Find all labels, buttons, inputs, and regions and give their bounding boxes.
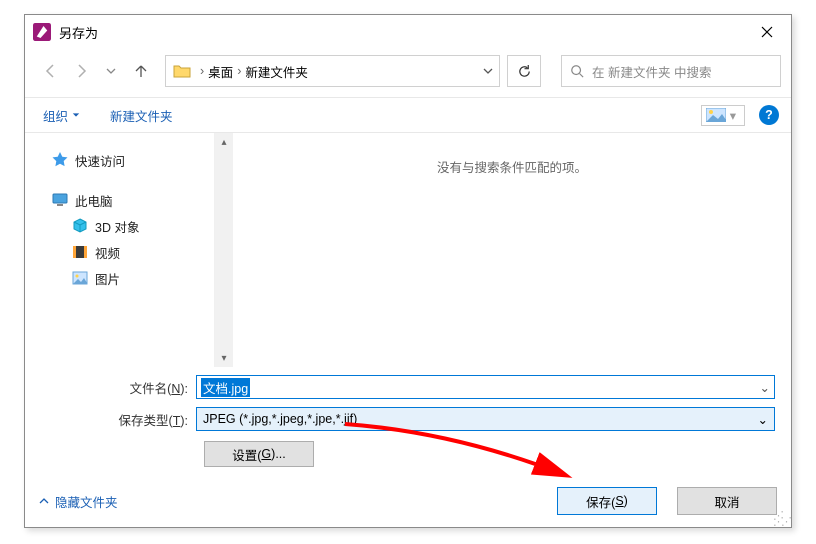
search-input[interactable]: 在 新建文件夹 中搜索 bbox=[561, 55, 781, 87]
sidebar-item-pictures[interactable]: 图片 bbox=[25, 265, 214, 291]
hide-folders-link[interactable]: 隐藏文件夹 bbox=[39, 492, 118, 511]
video-icon bbox=[71, 243, 89, 261]
breadcrumb-item[interactable]: 桌面 bbox=[208, 62, 233, 81]
settings-button[interactable]: 设置(G)... bbox=[204, 441, 314, 467]
sidebar-scrollbar[interactable]: ▴ ▾ bbox=[215, 133, 233, 367]
chevron-down-icon[interactable]: ⌄ bbox=[760, 380, 770, 395]
title-bar: 另存为 bbox=[25, 15, 791, 49]
save-fields: 文件名(N): 文档.jpg ⌄ 保存类型(T): JPEG (*.jpg,*.… bbox=[25, 367, 791, 477]
filename-value: 文档.jpg bbox=[201, 378, 250, 397]
up-button[interactable] bbox=[131, 59, 151, 83]
footer: 隐藏文件夹 保存(S) 取消 bbox=[25, 477, 791, 527]
save-button[interactable]: 保存(S) bbox=[557, 487, 657, 515]
star-icon bbox=[51, 151, 69, 169]
scroll-down-icon[interactable]: ▾ bbox=[215, 349, 233, 367]
cancel-button[interactable]: 取消 bbox=[677, 487, 777, 515]
sidebar-item-3d-objects[interactable]: 3D 对象 bbox=[25, 213, 214, 239]
picture-icon bbox=[71, 269, 89, 287]
filename-input[interactable]: 文档.jpg ⌄ bbox=[196, 375, 775, 399]
search-icon bbox=[570, 64, 584, 78]
filetype-combo[interactable]: JPEG (*.jpg,*.jpeg,*.jpe,*.jif) ⌄ bbox=[196, 407, 775, 431]
refresh-button[interactable] bbox=[507, 55, 541, 87]
scroll-up-icon[interactable]: ▴ bbox=[215, 133, 233, 151]
chevron-down-icon[interactable] bbox=[483, 66, 493, 76]
picture-icon bbox=[706, 108, 726, 122]
sidebar-item-quick-access[interactable]: 快速访问 bbox=[25, 147, 214, 173]
save-as-dialog: 另存为 › 桌面 › 新建文件夹 在 新建文件夹 中搜索 组织 bbox=[24, 14, 792, 528]
back-button[interactable] bbox=[41, 59, 61, 83]
file-list-pane: 没有与搜索条件匹配的项。 bbox=[233, 133, 791, 367]
folder-icon bbox=[172, 61, 192, 81]
body: 快速访问 此电脑 3D 对象 视频 图片 ▴ ▾ bbox=[25, 133, 791, 367]
filetype-value: JPEG (*.jpg,*.jpeg,*.jpe,*.jif) bbox=[203, 412, 357, 426]
search-placeholder: 在 新建文件夹 中搜索 bbox=[592, 62, 711, 81]
empty-message: 没有与搜索条件匹配的项。 bbox=[437, 157, 587, 176]
chevron-down-icon[interactable]: ⌄ bbox=[758, 412, 768, 427]
address-bar[interactable]: › 桌面 › 新建文件夹 bbox=[165, 55, 500, 87]
forward-button[interactable] bbox=[71, 59, 91, 83]
window-title: 另存为 bbox=[59, 23, 98, 42]
chevron-down-icon bbox=[72, 108, 80, 122]
filename-label: 文件名(N): bbox=[41, 378, 196, 397]
breadcrumb-item[interactable]: 新建文件夹 bbox=[245, 62, 308, 81]
help-button[interactable]: ? bbox=[759, 105, 779, 125]
cube-icon bbox=[71, 217, 89, 235]
pc-icon bbox=[51, 191, 69, 209]
app-icon bbox=[33, 23, 51, 41]
view-options[interactable]: ▾ bbox=[701, 105, 745, 126]
chevron-right-icon[interactable]: › bbox=[233, 64, 245, 78]
new-folder-button[interactable]: 新建文件夹 bbox=[104, 102, 179, 129]
chevron-up-icon bbox=[39, 496, 49, 506]
organize-menu[interactable]: 组织 bbox=[37, 102, 86, 129]
recent-dropdown[interactable] bbox=[101, 59, 121, 83]
nav-row: › 桌面 › 新建文件夹 在 新建文件夹 中搜索 bbox=[25, 49, 791, 97]
toolbar: 组织 新建文件夹 ▾ ? bbox=[25, 97, 791, 133]
sidebar-item-this-pc[interactable]: 此电脑 bbox=[25, 187, 214, 213]
sidebar: 快速访问 此电脑 3D 对象 视频 图片 bbox=[25, 133, 215, 367]
sidebar-item-videos[interactable]: 视频 bbox=[25, 239, 214, 265]
close-button[interactable] bbox=[743, 15, 791, 49]
filetype-label: 保存类型(T): bbox=[41, 410, 196, 429]
chevron-right-icon[interactable]: › bbox=[196, 64, 208, 78]
